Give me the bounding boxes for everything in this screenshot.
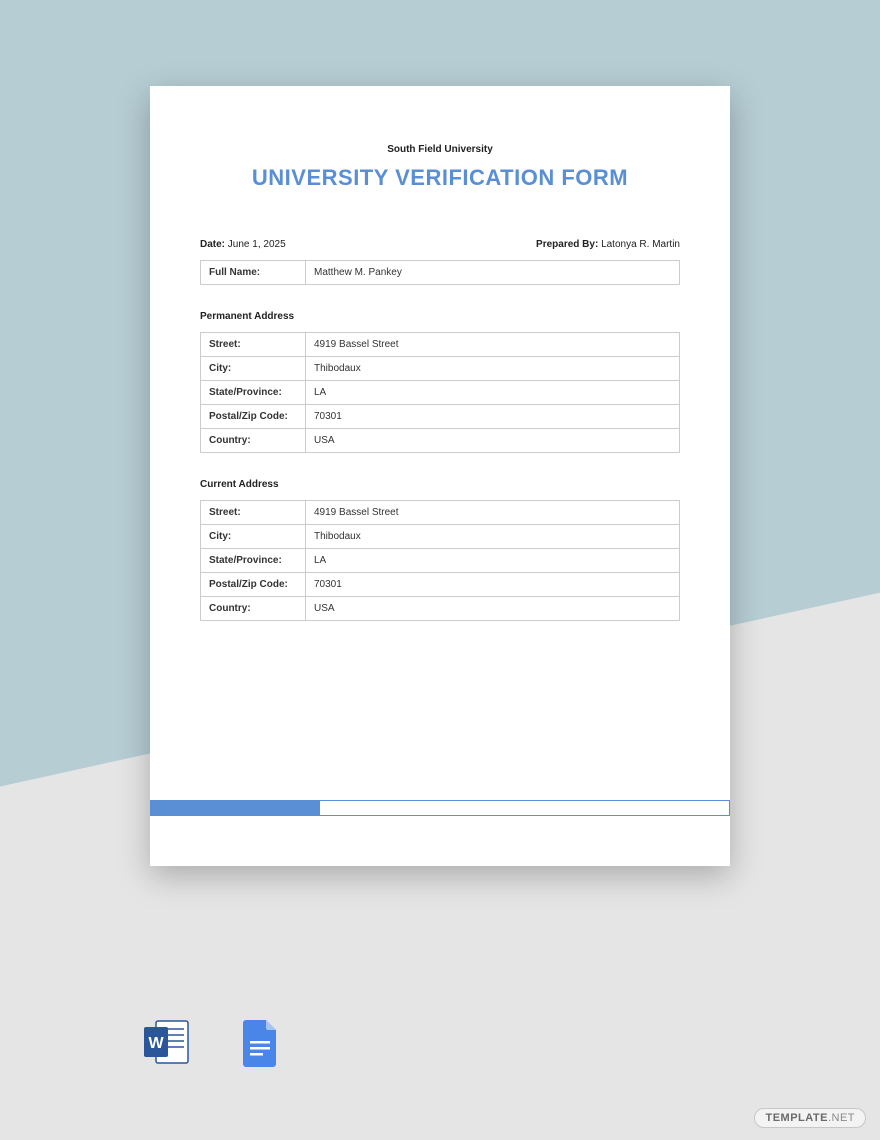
watermark-brand: TEMPLATE [765,1112,827,1124]
watermark: TEMPLATE.NET [754,1108,866,1128]
table-row: Country:USA [201,429,680,453]
prepared-label: Prepared By: [536,239,598,250]
row-value: 4919 Bassel Street [306,501,680,525]
row-label: City: [201,357,306,381]
current-heading: Current Address [200,479,680,490]
fullname-table: Full Name: Matthew M. Pankey [200,260,680,285]
row-label: Street: [201,333,306,357]
word-icon[interactable]: W [140,1015,194,1069]
document-page: South Field University UNIVERSITY VERIFI… [150,86,730,866]
row-label: State/Province: [201,381,306,405]
fullname-label: Full Name: [201,261,306,285]
row-value: 70301 [306,573,680,597]
date-value: June 1, 2025 [228,239,286,250]
row-label: Country: [201,597,306,621]
row-label: State/Province: [201,549,306,573]
permanent-table: Street:4919 Bassel Street City:Thibodaux… [200,332,680,453]
table-row: State/Province:LA [201,381,680,405]
row-label: Postal/Zip Code: [201,573,306,597]
row-value: Thibodaux [306,357,680,381]
row-value: USA [306,429,680,453]
meta-row: Date: June 1, 2025 Prepared By: Latonya … [200,239,680,250]
row-value: LA [306,381,680,405]
permanent-heading: Permanent Address [200,311,680,322]
row-label: City: [201,525,306,549]
watermark-tld: .NET [828,1112,855,1124]
table-row: Postal/Zip Code:70301 [201,573,680,597]
prepared-value: Latonya R. Martin [601,239,680,250]
footer-accent [150,800,320,816]
row-label: Street: [201,501,306,525]
row-label: Postal/Zip Code: [201,405,306,429]
current-table: Street:4919 Bassel Street City:Thibodaux… [200,500,680,621]
row-value: 70301 [306,405,680,429]
table-row: Street:4919 Bassel Street [201,501,680,525]
footer-bar [150,800,730,816]
table-row: Street:4919 Bassel Street [201,333,680,357]
table-row: Postal/Zip Code:70301 [201,405,680,429]
table-row: City:Thibodaux [201,357,680,381]
row-value: Thibodaux [306,525,680,549]
fullname-value: Matthew M. Pankey [306,261,680,285]
table-row: State/Province:LA [201,549,680,573]
table-row: Country:USA [201,597,680,621]
row-value: LA [306,549,680,573]
table-row: City:Thibodaux [201,525,680,549]
download-icons: W [140,1015,288,1069]
footer-track [320,800,730,816]
form-title: UNIVERSITY VERIFICATION FORM [200,165,680,191]
date-label: Date: [200,239,225,250]
row-label: Country: [201,429,306,453]
row-value: USA [306,597,680,621]
row-value: 4919 Bassel Street [306,333,680,357]
table-row: Full Name: Matthew M. Pankey [201,261,680,285]
university-name: South Field University [200,144,680,155]
date-field: Date: June 1, 2025 [200,239,286,250]
svg-text:W: W [148,1035,164,1052]
prepared-field: Prepared By: Latonya R. Martin [536,239,680,250]
google-docs-icon[interactable] [234,1015,288,1069]
